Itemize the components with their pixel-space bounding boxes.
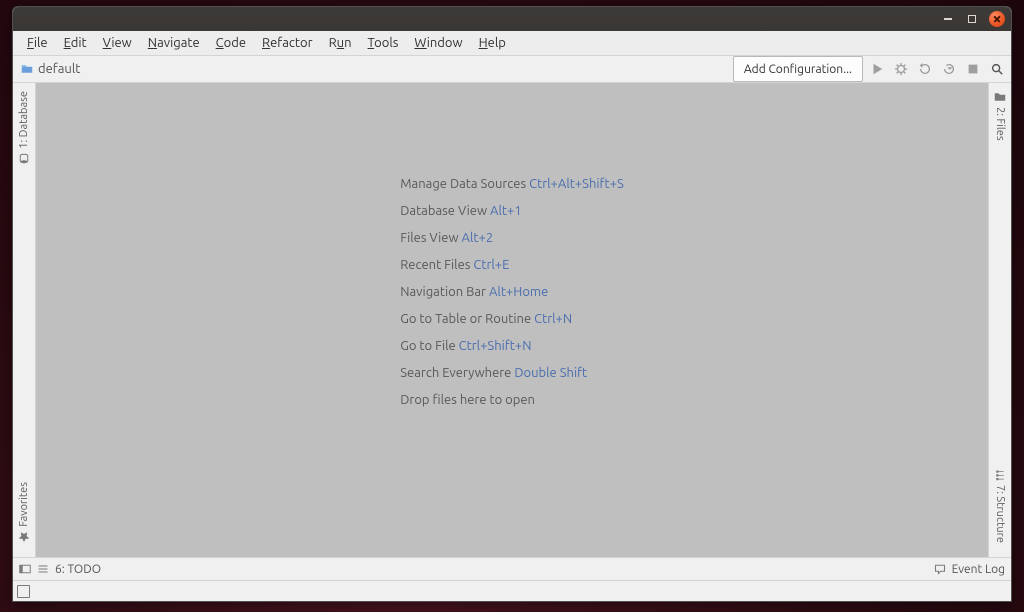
hint-manage-label: Manage Data Sources: [400, 177, 526, 191]
window-maximize-button[interactable]: [965, 12, 979, 26]
hint-gotofile-shortcut: Ctrl+Shift+N: [459, 339, 532, 353]
ide-window: File Edit View Navigate Code Refactor Ru…: [12, 6, 1012, 602]
search-button[interactable]: [987, 59, 1007, 79]
hint-gototable-label: Go to Table or Routine: [400, 312, 531, 326]
files-icon: [994, 91, 1006, 103]
menu-refactor[interactable]: Refactor: [254, 34, 321, 52]
menu-help[interactable]: Help: [471, 34, 514, 52]
todo-tool-tab[interactable]: 6: TODO: [55, 563, 101, 576]
hint-recent-shortcut: Ctrl+E: [473, 258, 509, 272]
project-selector[interactable]: default: [17, 62, 84, 76]
menu-bar: File Edit View Navigate Code Refactor Ru…: [13, 31, 1011, 56]
project-name: default: [38, 62, 80, 76]
rerun-button[interactable]: [915, 59, 935, 79]
menu-window[interactable]: Window: [406, 34, 470, 52]
menu-file[interactable]: File: [19, 34, 56, 52]
editor-body: 1: Database Favorites Manage Data Source…: [13, 83, 1011, 557]
favorites-tool-tab[interactable]: Favorites: [18, 474, 30, 551]
right-tool-gutter: 2: Files 7: Structure: [988, 83, 1011, 557]
menu-tools[interactable]: Tools: [360, 34, 407, 52]
hint-filesview-shortcut: Alt+2: [462, 231, 494, 245]
star-icon: [18, 531, 30, 543]
empty-state-hints: Manage Data Sources Ctrl+Alt+Shift+S Dat…: [400, 171, 624, 414]
window-minimize-button[interactable]: [941, 12, 955, 26]
menu-view[interactable]: View: [95, 34, 140, 52]
event-log-icon: [934, 563, 946, 575]
hint-navbar-shortcut: Alt+Home: [489, 285, 548, 299]
hint-gotofile-label: Go to File: [400, 339, 455, 353]
database-tool-tab[interactable]: 1: Database: [18, 83, 30, 173]
hint-search-label: Search Everywhere: [400, 366, 511, 380]
window-titlebar: [13, 7, 1011, 31]
debug-button[interactable]: [891, 59, 911, 79]
editor-area[interactable]: Manage Data Sources Ctrl+Alt+Shift+S Dat…: [36, 83, 988, 557]
menu-edit[interactable]: Edit: [56, 34, 95, 52]
left-tool-gutter: 1: Database Favorites: [13, 83, 36, 557]
hint-drop-label: Drop files here to open: [400, 393, 535, 407]
hint-manage-shortcut: Ctrl+Alt+Shift+S: [529, 177, 624, 191]
hint-dbview-label: Database View: [400, 204, 487, 218]
hint-gototable-shortcut: Ctrl+N: [534, 312, 572, 326]
more-actions-button[interactable]: [939, 59, 959, 79]
menu-navigate[interactable]: Navigate: [140, 34, 208, 52]
add-configuration-label: Add Configuration...: [744, 63, 852, 76]
hint-navbar-label: Navigation Bar: [400, 285, 486, 299]
favorites-tool-label: Favorites: [18, 482, 30, 527]
toolwindow-toggle-icon[interactable]: [19, 563, 31, 575]
menu-code[interactable]: Code: [208, 34, 254, 52]
files-tool-label: 2: Files: [994, 107, 1006, 141]
structure-tool-tab[interactable]: 7: Structure: [994, 461, 1006, 551]
bottom-tool-bar: 6: TODO Event Log: [13, 557, 1011, 580]
folder-icon: [21, 63, 33, 75]
menu-run[interactable]: Run: [321, 34, 360, 52]
hint-recent-label: Recent Files: [400, 258, 470, 272]
todo-icon: [37, 563, 49, 575]
statusbar-toolwindows-button[interactable]: [17, 585, 30, 598]
event-log-tool-tab[interactable]: Event Log: [952, 563, 1005, 576]
structure-icon: [994, 469, 1006, 481]
stop-button[interactable]: [963, 59, 983, 79]
run-button[interactable]: [867, 59, 887, 79]
main-toolbar: default Add Configuration...: [13, 56, 1011, 83]
window-close-button[interactable]: [989, 11, 1005, 27]
structure-tool-label: 7: Structure: [994, 485, 1006, 543]
database-icon: [18, 153, 30, 165]
hint-filesview-label: Files View: [400, 231, 458, 245]
files-tool-tab[interactable]: 2: Files: [994, 83, 1006, 149]
hint-dbview-shortcut: Alt+1: [490, 204, 522, 218]
add-configuration-button[interactable]: Add Configuration...: [733, 56, 863, 82]
status-bar: [13, 580, 1011, 601]
hint-search-shortcut: Double Shift: [514, 366, 587, 380]
database-tool-label: 1: Database: [18, 91, 30, 149]
